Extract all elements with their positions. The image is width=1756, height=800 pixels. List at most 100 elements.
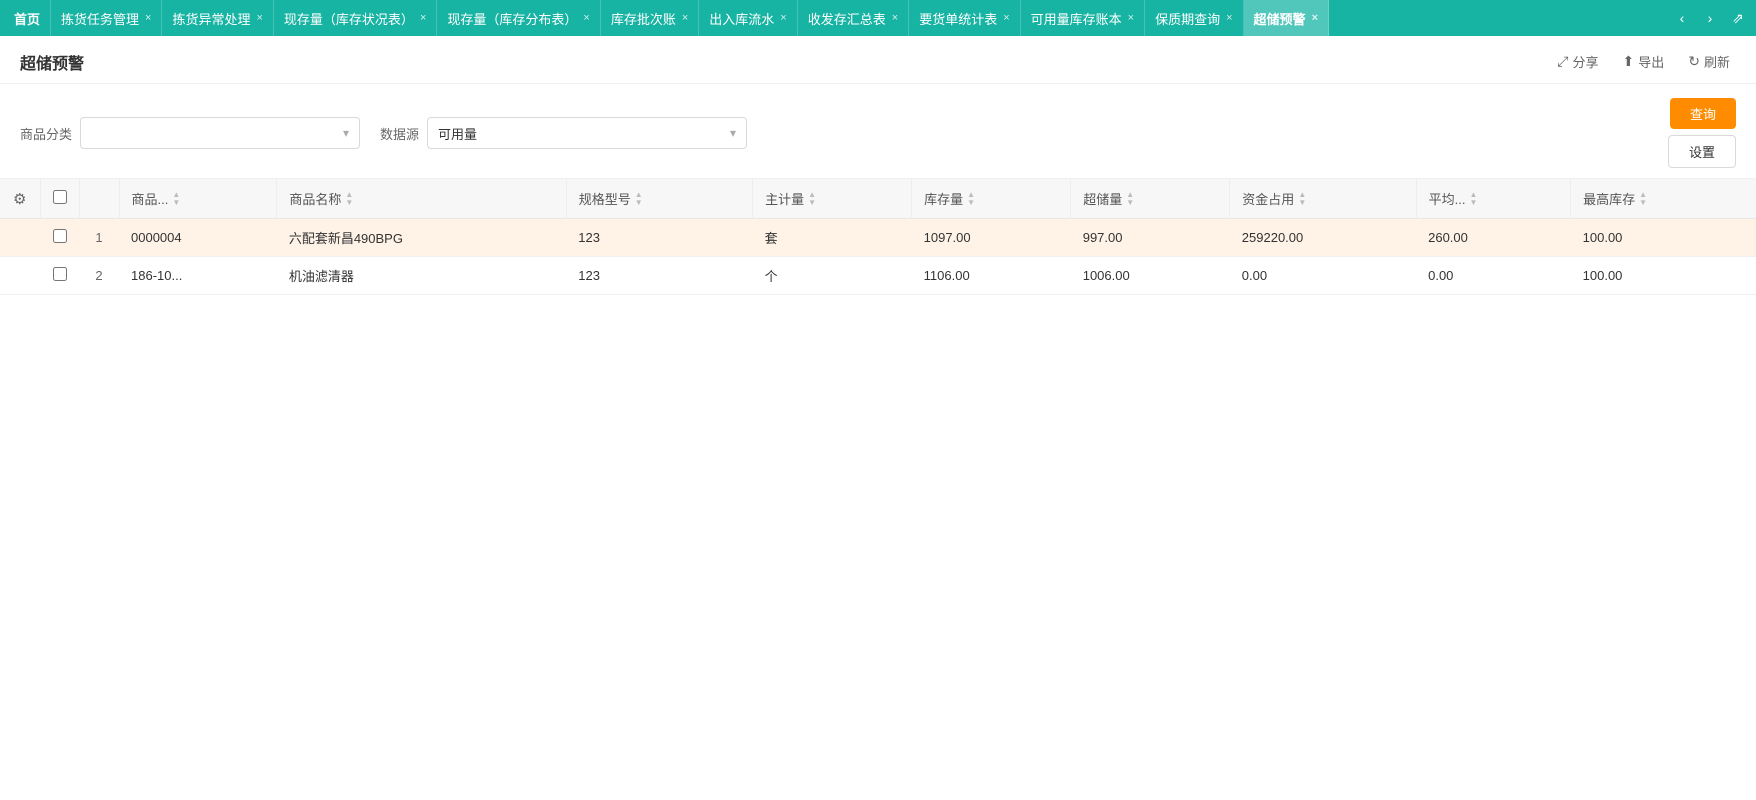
th-unit[interactable]: 主计量 ▲▼ (753, 179, 912, 219)
page-content: 超储预警 ⤢ 分享 ⬆ 导出 ↻ 刷新 商品分类 ▾ 数据源 (0, 36, 1756, 800)
nav-tab-order-stats[interactable]: 要货单统计表 × (909, 0, 1020, 36)
cell-stock: 1097.00 (912, 219, 1071, 257)
table-row: 2 186-10... 机油滤清器 123 个 1106.00 1006.00 … (0, 257, 1756, 295)
table-header-row: ⚙ 商品... ▲▼ (0, 179, 1756, 219)
share-icon: ⤢ (1557, 53, 1568, 70)
nav-tab-quality-check[interactable]: 保质期查询 × (1145, 0, 1243, 36)
nav-expand-arrow[interactable]: ⇗ (1724, 0, 1752, 36)
cell-overstock: 997.00 (1071, 219, 1230, 257)
th-spec[interactable]: 规格型号 ▲▼ (566, 179, 752, 219)
th-product-code[interactable]: 商品... ▲▼ (119, 179, 277, 219)
close-icon[interactable]: × (1128, 12, 1134, 24)
category-select[interactable]: ▾ (80, 117, 360, 149)
close-icon[interactable]: × (682, 12, 688, 24)
cell-stock: 1106.00 (912, 257, 1071, 295)
close-icon[interactable]: × (1312, 12, 1318, 24)
top-nav: 首页 拣货任务管理 × 拣货异常处理 × 现存量（库存状况表） × 现存量（库存… (0, 0, 1756, 36)
nav-tab-task-mgmt[interactable]: 拣货任务管理 × (51, 0, 162, 36)
refresh-button[interactable]: ↻ 刷新 (1682, 48, 1736, 75)
sort-arrows-overstock[interactable]: ▲▼ (1126, 191, 1134, 207)
cell-rownum: 1 (79, 219, 119, 257)
sort-arrows-capital[interactable]: ▲▼ (1298, 191, 1306, 207)
cell-product-name: 机油滤清器 (277, 257, 566, 295)
th-avg[interactable]: 平均... ▲▼ (1416, 179, 1571, 219)
nav-tab-home[interactable]: 首页 (4, 0, 51, 36)
close-icon[interactable]: × (256, 12, 262, 24)
nav-tab-collect-summary[interactable]: 收发存汇总表 × (798, 0, 909, 36)
select-all-checkbox[interactable] (53, 190, 67, 204)
cell-product-code: 0000004 (119, 219, 277, 257)
cell-avg: 0.00 (1416, 257, 1571, 295)
row-checkbox[interactable] (53, 229, 67, 243)
close-icon[interactable]: × (420, 12, 426, 24)
cell-product-code: 186-10... (119, 257, 277, 295)
nav-right-arrow[interactable]: › (1696, 0, 1724, 36)
sort-arrows-avg[interactable]: ▲▼ (1469, 191, 1477, 207)
cell-checkbox (40, 257, 79, 295)
sort-arrows-product-code[interactable]: ▲▼ (172, 191, 180, 207)
nav-tab-batch[interactable]: 库存批次账 × (601, 0, 699, 36)
cell-spec: 123 (566, 219, 752, 257)
close-icon[interactable]: × (1003, 12, 1009, 24)
nav-tab-overstock-warning[interactable]: 超储预警 × (1244, 0, 1329, 36)
datasource-filter: 数据源 可用量 ▾ (380, 117, 747, 149)
th-overstock[interactable]: 超储量 ▲▼ (1071, 179, 1230, 219)
nav-arrows: ‹ › ⇗ (1668, 0, 1752, 36)
th-stock[interactable]: 库存量 ▲▼ (912, 179, 1071, 219)
category-filter: 商品分类 ▾ (20, 117, 360, 149)
cell-max-stock: 100.00 (1571, 219, 1756, 257)
query-button[interactable]: 查询 (1670, 98, 1736, 129)
sort-arrows-max-stock[interactable]: ▲▼ (1639, 191, 1647, 207)
datasource-label: 数据源 (380, 124, 419, 143)
nav-tab-available-ledger[interactable]: 可用量库存账本 × (1021, 0, 1145, 36)
sort-arrows-unit[interactable]: ▲▼ (808, 191, 816, 207)
sort-arrows-stock[interactable]: ▲▼ (967, 191, 975, 207)
datasource-select[interactable]: 可用量 ▾ (427, 117, 747, 149)
sort-arrows-spec[interactable]: ▲▼ (635, 191, 643, 207)
page-title: 超储预警 (20, 50, 84, 74)
cell-overstock: 1006.00 (1071, 257, 1230, 295)
export-button[interactable]: ⬆ 导出 (1617, 48, 1671, 75)
close-icon[interactable]: × (780, 12, 786, 24)
close-icon[interactable]: × (145, 12, 151, 24)
cell-unit: 套 (753, 219, 912, 257)
cell-unit: 个 (753, 257, 912, 295)
th-product-name[interactable]: 商品名称 ▲▼ (277, 179, 566, 219)
sort-arrows-product-name[interactable]: ▲▼ (345, 191, 353, 207)
nav-left-arrow[interactable]: ‹ (1668, 0, 1696, 36)
close-icon[interactable]: × (1226, 12, 1232, 24)
cell-rownum: 2 (79, 257, 119, 295)
cell-capital: 259220.00 (1230, 219, 1416, 257)
settings-button[interactable]: 设置 (1668, 135, 1736, 168)
row-checkbox[interactable] (53, 267, 67, 281)
cell-gear (0, 257, 40, 295)
cell-avg: 260.00 (1416, 219, 1571, 257)
filter-area: 商品分类 ▾ 数据源 可用量 ▾ 查询 设置 (0, 84, 1756, 179)
nav-tab-inventory-status[interactable]: 现存量（库存状况表） × (274, 0, 437, 36)
export-icon: ⬆ (1623, 53, 1635, 70)
data-table: ⚙ 商品... ▲▼ (0, 179, 1756, 295)
table-wrapper: ⚙ 商品... ▲▼ (0, 179, 1756, 295)
nav-tab-inventory-dist[interactable]: 现存量（库存分布表） × (437, 0, 600, 36)
close-icon[interactable]: × (892, 12, 898, 24)
cell-gear (0, 219, 40, 257)
nav-tab-inout-flow[interactable]: 出入库流水 × (699, 0, 797, 36)
chevron-down-icon: ▾ (343, 126, 349, 140)
cell-spec: 123 (566, 257, 752, 295)
header-actions: ⤢ 分享 ⬆ 导出 ↻ 刷新 (1551, 48, 1736, 75)
share-button[interactable]: ⤢ 分享 (1551, 48, 1604, 75)
close-icon[interactable]: × (583, 12, 589, 24)
th-max-stock[interactable]: 最高库存 ▲▼ (1571, 179, 1756, 219)
refresh-icon: ↻ (1688, 53, 1700, 70)
filter-buttons: 查询 设置 (1668, 98, 1736, 168)
table-row: 1 0000004 六配套新昌490BPG 123 套 1097.00 997.… (0, 219, 1756, 257)
cell-capital: 0.00 (1230, 257, 1416, 295)
nav-tab-abnormal[interactable]: 拣货异常处理 × (162, 0, 273, 36)
chevron-down-icon: ▾ (730, 126, 736, 140)
gear-icon[interactable]: ⚙ (13, 191, 26, 208)
category-label: 商品分类 (20, 124, 72, 143)
page-header: 超储预警 ⤢ 分享 ⬆ 导出 ↻ 刷新 (0, 36, 1756, 84)
cell-checkbox (40, 219, 79, 257)
th-capital[interactable]: 资金占用 ▲▼ (1230, 179, 1416, 219)
datasource-value: 可用量 (438, 124, 477, 143)
